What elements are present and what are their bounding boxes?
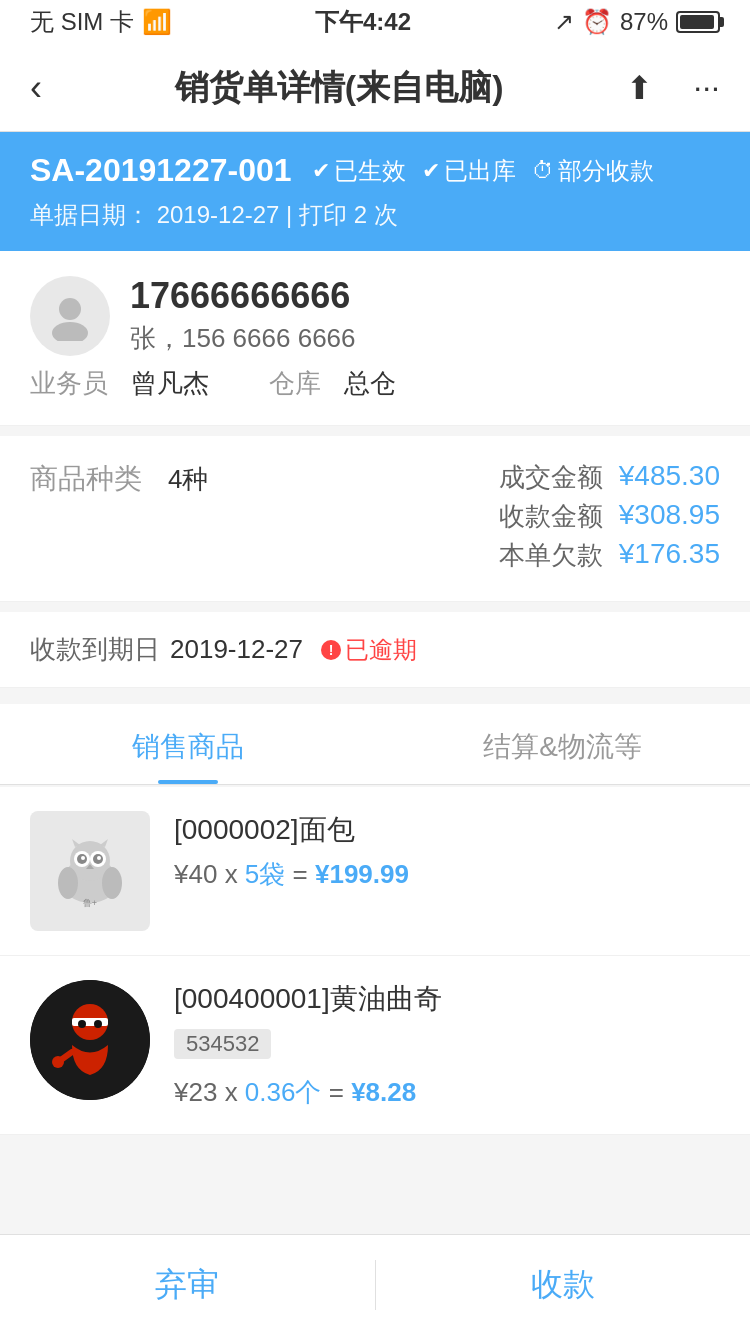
due-amount-label: 本单欠款	[499, 538, 603, 573]
due-date-value: 2019-12-27	[170, 634, 303, 665]
customer-avatar	[30, 276, 110, 356]
overdue-text: 已逾期	[345, 634, 417, 666]
product-list: 鲁+ [0000002]面包 ¥40 x 5袋 = ¥199.99	[0, 787, 750, 1135]
due-date-label: 收款到期日	[30, 632, 160, 667]
share-button[interactable]: ⬆	[616, 59, 663, 117]
status-badge-effective: ✔ 已生效	[312, 155, 406, 187]
product-name-1: [0000002]面包	[174, 811, 720, 849]
svg-point-8	[81, 856, 85, 860]
svg-point-20	[94, 1020, 102, 1028]
customer-name-phone: 张，156 6666 6666	[130, 321, 356, 356]
check-icon-1: ✔	[312, 158, 330, 184]
status-badge-partial: ⏱ 部分收款	[532, 155, 654, 187]
received-value: ¥308.95	[619, 499, 720, 534]
svg-point-22	[52, 1056, 64, 1068]
svg-rect-18	[72, 1018, 108, 1026]
sales-info: 业务员 曾凡杰	[30, 366, 209, 401]
tabs-section: 销售商品 结算&物流等	[0, 704, 750, 785]
wifi-icon: 📶	[142, 8, 172, 36]
product-price-2: ¥23 x 0.36个 = ¥8.28	[174, 1075, 720, 1110]
battery-text: 87%	[620, 8, 668, 36]
product-tag-2: 534532	[174, 1029, 271, 1059]
customer-section: 17666666666 张，156 6666 6666 业务员 曾凡杰 仓库 总…	[0, 251, 750, 426]
customer-meta: 业务员 曾凡杰 仓库 总仓	[30, 366, 720, 401]
svg-point-13	[58, 867, 78, 899]
warehouse-info: 仓库 总仓	[269, 366, 396, 401]
location-icon: ↗	[554, 8, 574, 36]
confirm-button[interactable]: 收款	[376, 1243, 751, 1327]
due-date-section: 收款到期日 2019-12-27 ! 已逾期	[0, 612, 750, 688]
cancel-button[interactable]: 弃审	[0, 1243, 375, 1327]
status-badge-shipped: ✔ 已出库	[422, 155, 516, 187]
battery-icon	[676, 11, 720, 33]
summary-section: 商品种类 4种 成交金额 ¥485.30 收款金额 ¥308.95 本单欠款 ¥…	[0, 436, 750, 602]
status-right: ↗ ⏰ 87%	[554, 8, 720, 36]
order-header-banner: SA-20191227-001 ✔ 已生效 ✔ 已出库 ⏱ 部分收款 单据日期：…	[0, 132, 750, 251]
clock-icon: ⏱	[532, 158, 554, 184]
product-name-2: [000400001]黄油曲奇	[174, 980, 720, 1018]
amount-value: ¥485.30	[619, 460, 720, 495]
due-amount-value: ¥176.35	[619, 538, 720, 573]
nav-right-buttons: ⬆ ···	[616, 59, 730, 117]
overdue-icon: !	[321, 640, 341, 660]
tabs-row: 销售商品 结算&物流等	[0, 704, 750, 784]
brand-logo-icon	[30, 980, 150, 1100]
owl-icon: 鲁+	[50, 831, 130, 911]
tab-settlement[interactable]: 结算&物流等	[375, 704, 750, 784]
carrier-text: 无 SIM 卡	[30, 6, 134, 38]
page-title: 销货单详情(来自电脑)	[62, 65, 616, 111]
svg-point-1	[52, 322, 88, 341]
nav-bar: ‹ 销货单详情(来自电脑) ⬆ ···	[0, 44, 750, 132]
customer-phone: 17666666666	[130, 275, 356, 317]
product-thumb-1: 鲁+	[30, 811, 150, 931]
svg-point-9	[97, 856, 101, 860]
amounts-summary: 成交金额 ¥485.30 收款金额 ¥308.95 本单欠款 ¥176.35	[499, 460, 720, 577]
product-types: 商品种类 4种	[30, 460, 208, 498]
overdue-badge: ! 已逾期	[321, 634, 417, 666]
order-status-badges: ✔ 已生效 ✔ 已出库 ⏱ 部分收款	[312, 155, 654, 187]
user-icon	[45, 291, 95, 341]
status-bar: 无 SIM 卡 📶 下午4:42 ↗ ⏰ 87%	[0, 0, 750, 44]
more-button[interactable]: ···	[683, 59, 730, 116]
status-left: 无 SIM 卡 📶	[30, 6, 172, 38]
svg-point-19	[78, 1020, 86, 1028]
status-time: 下午4:42	[315, 6, 411, 38]
product-thumb-2	[30, 980, 150, 1100]
amount-label: 成交金额	[499, 460, 603, 495]
received-label: 收款金额	[499, 499, 603, 534]
bottom-bar: 弃审 收款	[0, 1234, 750, 1334]
product-item: 鲁+ [0000002]面包 ¥40 x 5袋 = ¥199.99	[0, 787, 750, 956]
product-info-2: [000400001]黄油曲奇 534532 ¥23 x 0.36个 = ¥8.…	[174, 980, 720, 1110]
order-id: SA-20191227-001	[30, 152, 292, 189]
svg-point-0	[59, 298, 81, 320]
alarm-icon: ⏰	[582, 8, 612, 36]
back-button[interactable]: ‹	[20, 57, 62, 119]
product-info-1: [0000002]面包 ¥40 x 5袋 = ¥199.99	[174, 811, 720, 892]
order-date-info: 单据日期： 2019-12-27 | 打印 2 次	[30, 199, 720, 231]
product-price-1: ¥40 x 5袋 = ¥199.99	[174, 857, 720, 892]
svg-point-14	[102, 867, 122, 899]
svg-text:鲁+: 鲁+	[83, 898, 97, 908]
tab-sales-products[interactable]: 销售商品	[0, 704, 375, 784]
check-icon-2: ✔	[422, 158, 440, 184]
product-item-2: [000400001]黄油曲奇 534532 ¥23 x 0.36个 = ¥8.…	[0, 956, 750, 1135]
